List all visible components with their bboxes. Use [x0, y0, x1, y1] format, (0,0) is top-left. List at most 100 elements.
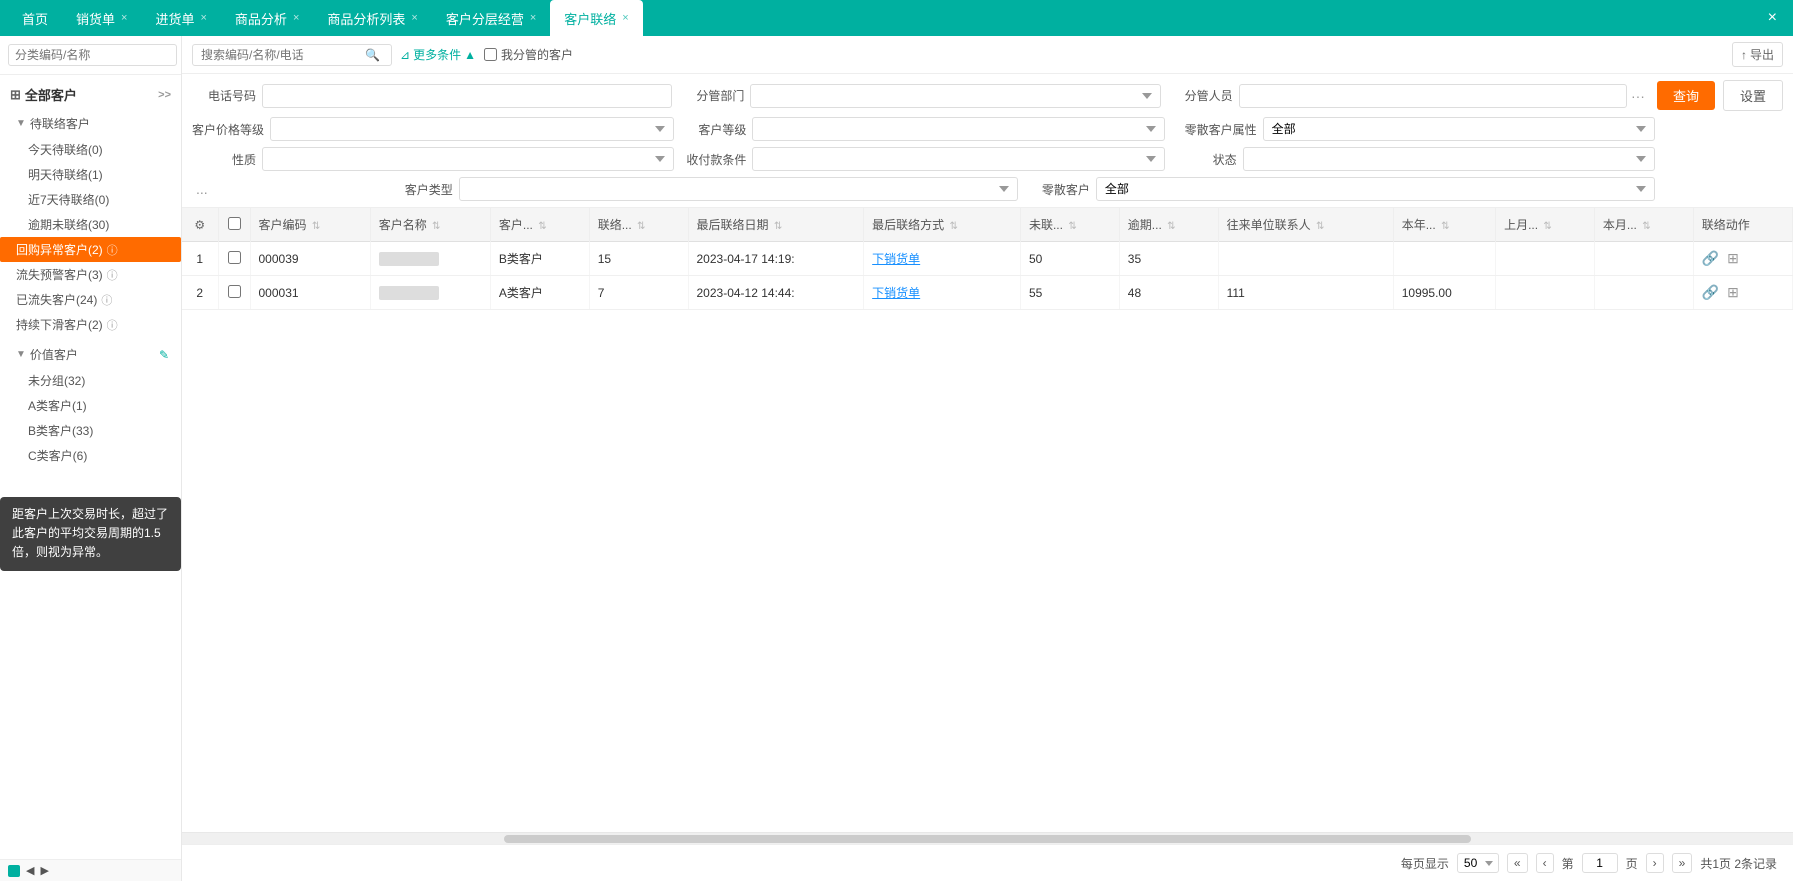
more-conditions-btn[interactable]: ⊿ 更多条件 ▲ — [400, 46, 476, 63]
close-customer-contact-icon[interactable]: × — [622, 12, 628, 24]
price-grade-select[interactable] — [270, 117, 674, 141]
first-page-button[interactable]: « — [1507, 853, 1528, 873]
sidebar-item-b-class[interactable]: B类客户(33) — [0, 418, 181, 443]
status-select[interactable] — [1243, 147, 1655, 171]
value-edit-icon[interactable]: ✎ — [159, 348, 169, 362]
main-search-icon[interactable]: 🔍 — [365, 48, 380, 62]
customer-type-select[interactable] — [459, 177, 1018, 201]
row2-checkbox[interactable] — [228, 285, 241, 298]
phone-field: 电话号码 — [192, 84, 672, 108]
sort-method-icon[interactable]: ⇅ — [950, 221, 958, 232]
window-close-button[interactable]: × — [1760, 9, 1785, 27]
row1-name — [370, 242, 490, 276]
sort-date-icon[interactable]: ⇅ — [774, 221, 782, 232]
dept-select[interactable] — [750, 84, 1160, 108]
row2-name — [370, 276, 490, 310]
payment-field: 收付款条件 — [682, 147, 1164, 171]
prev-page-button[interactable]: ‹ — [1536, 853, 1554, 873]
sidebar-item-overdue[interactable]: 逾期未联络(30) — [0, 212, 181, 237]
all-customers-header[interactable]: ⊞ 全部客户 >> — [0, 79, 181, 110]
select-all-checkbox[interactable] — [228, 217, 241, 230]
sidebar-item-a-class[interactable]: A类客户(1) — [0, 393, 181, 418]
zero-customer-field: 零散客户 全部 — [1026, 177, 1655, 201]
collapse-sidebar-icon[interactable]: >> — [158, 89, 171, 101]
sidebar-item-lost-warning[interactable]: 流失预警客户(3) ⓘ — [0, 262, 181, 287]
page-number-input[interactable] — [1582, 853, 1618, 873]
nav-customer-tier[interactable]: 客户分层经营 × — [432, 0, 550, 36]
sidebar-item-c-class[interactable]: C类客户(6) — [0, 443, 181, 468]
lost-warning-info-icon: ⓘ — [107, 267, 118, 283]
nav-sales[interactable]: 销货单 × — [62, 0, 141, 36]
row1-link-icon[interactable]: 🔗 — [1702, 250, 1719, 267]
sort-last-month-icon[interactable]: ⇅ — [1543, 221, 1551, 232]
my-customers-filter[interactable]: 我分管的客户 — [484, 46, 573, 63]
customer-grade-label: 客户等级 — [682, 121, 752, 138]
column-settings-icon[interactable]: ⚙ — [194, 218, 205, 232]
sidebar-item-ungroup[interactable]: 未分组(32) — [0, 368, 181, 393]
sort-not-contacted-icon[interactable]: ⇅ — [1068, 221, 1076, 232]
my-customers-checkbox[interactable] — [484, 48, 497, 61]
sidebar-item-continuous-down[interactable]: 持续下滑客户(2) ⓘ — [0, 312, 181, 337]
settings-button[interactable]: 设置 — [1723, 80, 1783, 111]
sidebar-item-repurchase-abnormal[interactable]: 回购异常客户(2) ⓘ — [0, 237, 181, 262]
row2-action-icons: 🔗 ⊞ — [1702, 284, 1784, 301]
per-page-select[interactable]: 50 — [1457, 853, 1499, 873]
sort-this-month-icon[interactable]: ⇅ — [1642, 221, 1650, 232]
payment-select[interactable] — [752, 147, 1164, 171]
zero-customer-select[interactable]: 全部 — [1096, 177, 1655, 201]
sidebar-search-input[interactable] — [8, 44, 177, 66]
close-analysis-icon[interactable]: × — [293, 12, 299, 24]
main-search-input[interactable] — [201, 48, 361, 62]
pagination-bar: 每页显示 50 « ‹ 第 页 › » 共1页 2条记录 — [182, 844, 1793, 881]
customer-grade-select[interactable] — [752, 117, 1164, 141]
nav-home[interactable]: 首页 — [8, 0, 62, 36]
query-button[interactable]: 查询 — [1657, 81, 1715, 110]
nav-analysis[interactable]: 商品分析 × — [221, 0, 313, 36]
repurchase-abnormal-container: 回购异常客户(2) ⓘ 距客户上次交易时长，超过了此客户的平均交易周期的1.5倍… — [0, 237, 181, 262]
nav-customer-contact[interactable]: 客户联络 × — [550, 0, 642, 36]
sort-code-icon[interactable]: ⇅ — [312, 221, 320, 232]
th-this-year: 本年... ⇅ — [1393, 208, 1495, 242]
scrollbar-thumb[interactable] — [504, 835, 1471, 843]
th-category: 客户... ⇅ — [490, 208, 589, 242]
row1-method-link[interactable]: 下销货单 — [872, 252, 920, 266]
extra-filter-dots[interactable]: ... — [192, 181, 212, 197]
phone-input[interactable] — [262, 84, 672, 108]
sidebar-item-already-lost[interactable]: 已流失客户(24) ⓘ — [0, 287, 181, 312]
sort-name-icon[interactable]: ⇅ — [432, 221, 440, 232]
th-action: 联络动作 — [1693, 208, 1792, 242]
horizontal-scrollbar[interactable] — [182, 832, 1793, 844]
nav-analysis-list[interactable]: 商品分析列表 × — [313, 0, 431, 36]
close-analysis-list-icon[interactable]: × — [411, 12, 417, 24]
sidebar-footer-icon — [8, 865, 20, 877]
row2-link-icon[interactable]: 🔗 — [1702, 284, 1719, 301]
last-page-button[interactable]: » — [1672, 853, 1693, 873]
next-page-button[interactable]: › — [1646, 853, 1664, 873]
sidebar-item-7days[interactable]: 近7天待联络(0) — [0, 187, 181, 212]
zero-sale-attr-select[interactable]: 全部 — [1263, 117, 1655, 141]
pending-group-header[interactable]: ▼ 待联络客户 — [0, 110, 181, 137]
gender-select[interactable] — [262, 147, 674, 171]
export-button[interactable]: ↑ 导出 — [1732, 42, 1783, 67]
zero-sale-attr-field: 零散客户属性 全部 — [1173, 117, 1655, 141]
sidebar-item-today[interactable]: 今天待联络(0) — [0, 137, 181, 162]
sort-contact-icon[interactable]: ⇅ — [637, 221, 645, 232]
sidebar-footer-right[interactable]: ▶ — [40, 864, 48, 877]
sort-category-icon[interactable]: ⇅ — [538, 221, 546, 232]
close-customer-tier-icon[interactable]: × — [530, 12, 536, 24]
sort-unit-icon[interactable]: ⇅ — [1316, 221, 1324, 232]
sidebar-item-tomorrow[interactable]: 明天待联络(1) — [0, 162, 181, 187]
row1-checkbox[interactable] — [228, 251, 241, 264]
row2-grid-icon[interactable]: ⊞ — [1727, 284, 1739, 301]
nav-purchase[interactable]: 进货单 × — [141, 0, 220, 36]
value-group-header[interactable]: ▼ 价值客户 ✎ — [0, 341, 181, 368]
sort-overdue-icon[interactable]: ⇅ — [1167, 221, 1175, 232]
close-sales-icon[interactable]: × — [121, 12, 127, 24]
row2-method-link[interactable]: 下销货单 — [872, 286, 920, 300]
manager-input[interactable] — [1239, 84, 1627, 108]
row1-name-blurred — [379, 252, 439, 266]
manager-dots[interactable]: ··· — [1627, 88, 1649, 104]
close-purchase-icon[interactable]: × — [200, 12, 206, 24]
row1-grid-icon[interactable]: ⊞ — [1727, 250, 1739, 267]
sort-year-icon[interactable]: ⇅ — [1441, 221, 1449, 232]
